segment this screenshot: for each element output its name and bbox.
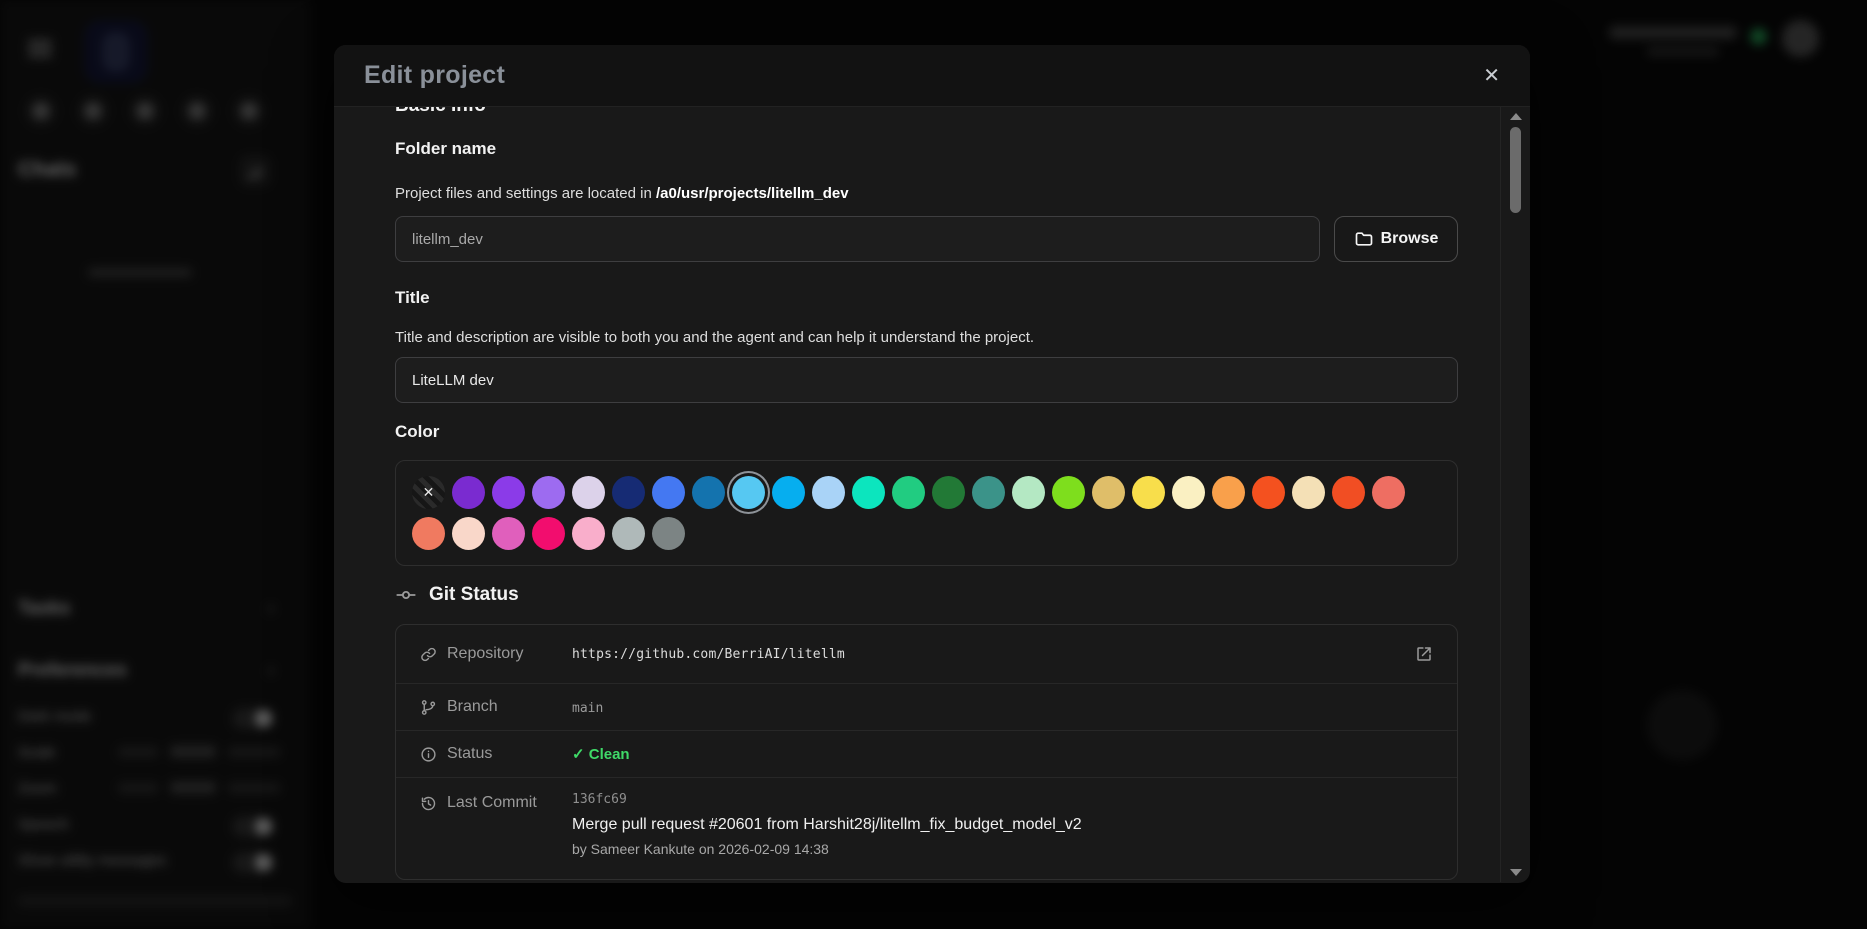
color-swatch-violet[interactable] bbox=[492, 476, 525, 509]
color-swatch-cream[interactable] bbox=[1172, 476, 1205, 509]
color-swatch-green[interactable] bbox=[892, 476, 925, 509]
color-swatch-sky[interactable] bbox=[732, 476, 765, 509]
color-label: Color bbox=[395, 422, 1458, 442]
color-swatch-vermilion[interactable] bbox=[1332, 476, 1365, 509]
git-status-row: Status ✓ Clean bbox=[396, 731, 1457, 778]
browse-button-label: Browse bbox=[1381, 230, 1439, 248]
scrollbar-down-arrow-icon[interactable] bbox=[1510, 869, 1522, 876]
modal-scroll-content: Basic Info Folder name Project files and… bbox=[334, 107, 1500, 882]
color-swatch-panel: ✕ bbox=[395, 460, 1458, 566]
git-branch-icon bbox=[420, 699, 437, 716]
modal-title: Edit project bbox=[364, 61, 505, 90]
app-screen: Chats Tasks › Preferences › Dark modeSca… bbox=[0, 0, 1867, 929]
git-branch-row: Branch main bbox=[396, 684, 1457, 731]
folder-path: /a0/usr/projects/litellm_dev bbox=[656, 185, 849, 202]
folder-name-input[interactable] bbox=[395, 216, 1320, 262]
history-icon bbox=[420, 795, 437, 812]
color-swatch-cyan[interactable] bbox=[772, 476, 805, 509]
title-input[interactable] bbox=[395, 357, 1458, 403]
git-status-heading: Git Status bbox=[395, 584, 1458, 606]
status-value: ✓ Clean bbox=[572, 745, 1433, 763]
color-swatch-coral[interactable] bbox=[412, 517, 445, 550]
modal-scrollbar[interactable] bbox=[1500, 107, 1530, 882]
open-repository-button[interactable] bbox=[1415, 645, 1433, 663]
modal-body: Basic Info Folder name Project files and… bbox=[334, 107, 1530, 882]
git-repository-row: Repository https://github.com/BerriAI/li… bbox=[396, 625, 1457, 684]
color-swatch-wheat[interactable] bbox=[1292, 476, 1325, 509]
color-swatch-yellow[interactable] bbox=[1132, 476, 1165, 509]
color-swatch-teal[interactable] bbox=[972, 476, 1005, 509]
color-swatch-baby-blue[interactable] bbox=[812, 476, 845, 509]
commit-message: Merge pull request #20601 from Harshit28… bbox=[572, 816, 1433, 834]
color-swatch-orange[interactable] bbox=[1212, 476, 1245, 509]
color-swatch-lavender[interactable] bbox=[572, 476, 605, 509]
color-swatch-forest[interactable] bbox=[932, 476, 965, 509]
commit-meta: by Sameer Kankute on 2026-02-09 14:38 bbox=[572, 841, 1433, 857]
scrollbar-up-arrow-icon[interactable] bbox=[1510, 113, 1522, 120]
branch-value: main bbox=[572, 698, 1433, 716]
link-icon bbox=[420, 646, 437, 663]
color-swatch-orchid[interactable] bbox=[492, 517, 525, 550]
commit-hash: 136fc69 bbox=[572, 792, 1433, 807]
color-swatch-mint[interactable] bbox=[1012, 476, 1045, 509]
color-swatch-hot-pink[interactable] bbox=[532, 517, 565, 550]
repository-label: Repository bbox=[447, 645, 523, 663]
color-swatch-orange-red[interactable] bbox=[1252, 476, 1285, 509]
folder-name-label: Folder name bbox=[395, 139, 1458, 159]
scrollbar-thumb[interactable] bbox=[1510, 127, 1521, 213]
color-swatch-navy[interactable] bbox=[612, 476, 645, 509]
git-status-title: Git Status bbox=[429, 584, 519, 606]
color-swatch-rose[interactable] bbox=[572, 517, 605, 550]
color-swatch-ocean[interactable] bbox=[692, 476, 725, 509]
color-swatch-lime[interactable] bbox=[1052, 476, 1085, 509]
modal-header: Edit project ✕ bbox=[334, 45, 1530, 107]
repository-url: https://github.com/BerriAI/litellm bbox=[572, 645, 1415, 662]
color-swatch-silver[interactable] bbox=[612, 517, 645, 550]
color-swatch-light-purple[interactable] bbox=[532, 476, 565, 509]
git-last-commit-row: Last Commit 136fc69 Merge pull request #… bbox=[396, 778, 1457, 879]
folder-icon bbox=[1354, 229, 1374, 249]
folder-description: Project files and settings are located i… bbox=[395, 185, 1458, 202]
color-swatch-gray[interactable] bbox=[652, 517, 685, 550]
external-link-icon bbox=[1415, 645, 1433, 663]
edit-project-modal: Edit project ✕ Basic Info Folder name Pr… bbox=[334, 45, 1530, 883]
color-swatch-purple[interactable] bbox=[452, 476, 485, 509]
basic-info-heading-clipped: Basic Info bbox=[395, 107, 1458, 113]
color-swatch-salmon[interactable] bbox=[1372, 476, 1405, 509]
color-swatch-blush[interactable] bbox=[452, 517, 485, 550]
git-commit-icon bbox=[395, 584, 417, 606]
last-commit-label: Last Commit bbox=[447, 794, 537, 812]
title-description: Title and description are visible to bot… bbox=[395, 329, 1458, 346]
branch-label: Branch bbox=[447, 698, 498, 716]
git-status-panel: Repository https://github.com/BerriAI/li… bbox=[395, 624, 1458, 880]
color-swatch-tan[interactable] bbox=[1092, 476, 1125, 509]
color-swatch-turquoise[interactable] bbox=[852, 476, 885, 509]
info-icon bbox=[420, 746, 437, 763]
close-icon[interactable]: ✕ bbox=[1483, 66, 1500, 86]
color-swatch-none[interactable]: ✕ bbox=[412, 476, 445, 509]
title-label: Title bbox=[395, 288, 1458, 308]
status-label: Status bbox=[447, 745, 492, 763]
color-swatch-blue[interactable] bbox=[652, 476, 685, 509]
browse-button[interactable]: Browse bbox=[1334, 216, 1458, 262]
